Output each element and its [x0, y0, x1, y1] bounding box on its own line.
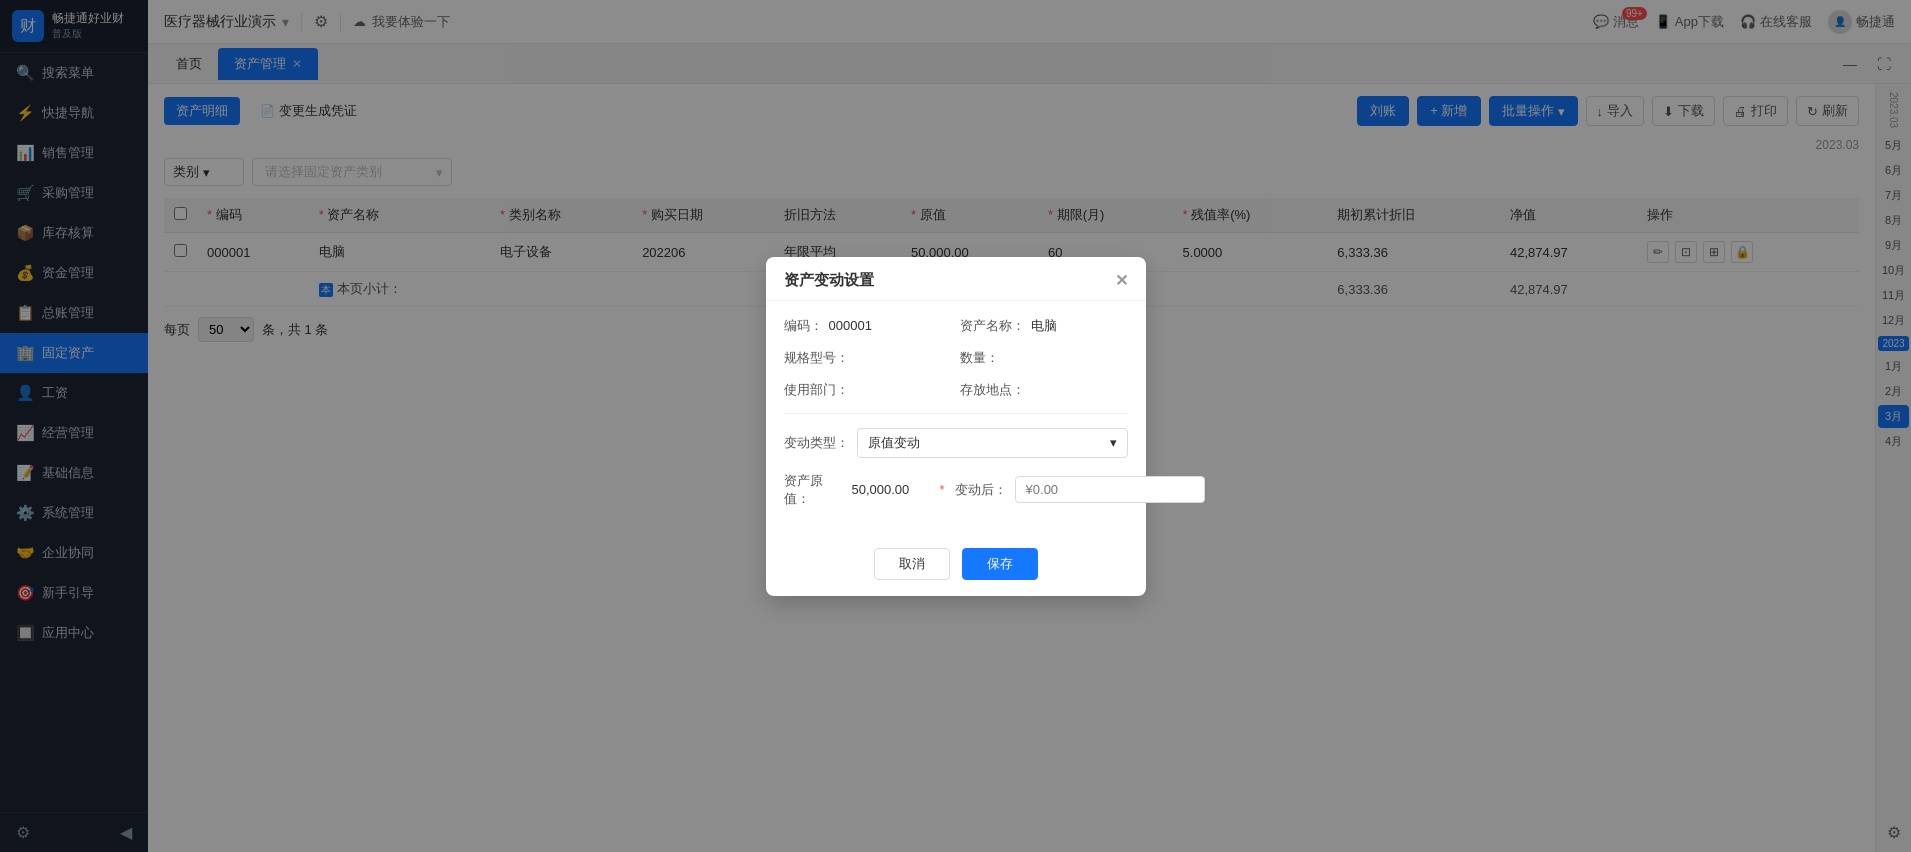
save-button[interactable]: 保存: [962, 548, 1038, 580]
dialog-info-row3: 使用部门： 存放地点：: [784, 381, 1128, 399]
dialog-qty-field: 数量：: [960, 349, 1128, 367]
dialog-close-icon[interactable]: ✕: [1115, 271, 1128, 290]
dialog-spec-field: 规格型号：: [784, 349, 952, 367]
required-star: *: [940, 482, 945, 497]
dialog-change-type-row: 变动类型： 原值变动 ▾: [784, 428, 1128, 458]
dialog-title: 资产变动设置: [784, 271, 874, 290]
dialog-divider: [784, 413, 1128, 414]
modal-overlay: 资产变动设置 ✕ 编码： 000001 资产名称： 电脑 规格型号：: [0, 0, 1911, 852]
after-change-input[interactable]: [1015, 476, 1205, 503]
dialog-code-field: 编码： 000001: [784, 317, 952, 335]
dialog-header: 资产变动设置 ✕: [766, 257, 1146, 301]
dialog-name-field: 资产名称： 电脑: [960, 317, 1128, 335]
dialog-location-field: 存放地点：: [960, 381, 1128, 399]
cancel-button[interactable]: 取消: [874, 548, 950, 580]
asset-change-dialog: 资产变动设置 ✕ 编码： 000001 资产名称： 电脑 规格型号：: [766, 257, 1146, 596]
dialog-dept-field: 使用部门：: [784, 381, 952, 399]
dialog-info-row2: 规格型号： 数量：: [784, 349, 1128, 367]
after-change-label: 变动后：: [955, 481, 1007, 499]
dialog-value-row: 资产原值： 50,000.00 * 变动后：: [784, 472, 1128, 508]
dialog-footer: 取消 保存: [766, 538, 1146, 596]
dialog-info-row1: 编码： 000001 资产名称： 电脑: [784, 317, 1128, 335]
original-value-display: 50,000.00: [852, 482, 932, 497]
dialog-body: 编码： 000001 资产名称： 电脑 规格型号： 数量：: [766, 301, 1146, 538]
change-type-select[interactable]: 原值变动 ▾: [857, 428, 1128, 458]
chevron-down-icon5: ▾: [1110, 435, 1117, 450]
